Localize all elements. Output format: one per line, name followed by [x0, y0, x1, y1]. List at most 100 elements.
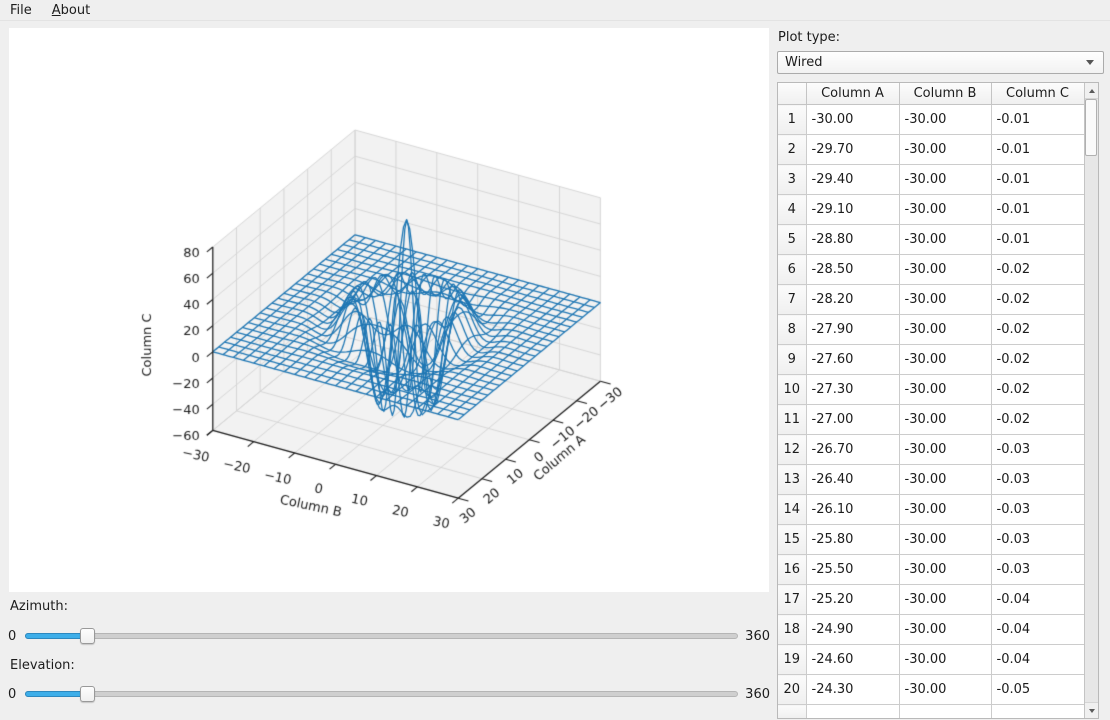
table-cell[interactable]: -30.00	[899, 615, 991, 645]
table-cell[interactable]: -30.00	[899, 255, 991, 285]
table-cell[interactable]: -0.02	[991, 315, 1084, 345]
row-number-cell[interactable]: 1	[778, 105, 806, 135]
table-cell[interactable]: -0.01	[991, 105, 1084, 135]
row-number-cell[interactable]: 2	[778, 135, 806, 165]
table-cell[interactable]: -27.00	[806, 405, 899, 435]
table-cell[interactable]: -0.02	[991, 375, 1084, 405]
row-number-cell[interactable]: 6	[778, 255, 806, 285]
table-row: 3-29.40-30.00-0.01	[778, 165, 1084, 195]
table-cell[interactable]: -0.03	[991, 495, 1084, 525]
table-cell[interactable]: -30.00	[899, 135, 991, 165]
menu-item-about[interactable]: About	[42, 1, 100, 20]
table-cell[interactable]: -30.00	[899, 105, 991, 135]
table-cell[interactable]: -0.05	[991, 675, 1084, 705]
table-cell[interactable]: -30.00	[899, 465, 991, 495]
scroll-down-button[interactable]	[1085, 702, 1098, 718]
row-number-cell[interactable]: 10	[778, 375, 806, 405]
table-cell[interactable]: -26.10	[806, 495, 899, 525]
row-number-cell[interactable]: 12	[778, 435, 806, 465]
table-cell[interactable]: -24.30	[806, 675, 899, 705]
row-number-cell[interactable]: 8	[778, 315, 806, 345]
table-cell[interactable]: -27.60	[806, 345, 899, 375]
table-cell[interactable]: -30.00	[899, 345, 991, 375]
table-cell[interactable]: -0.03	[991, 465, 1084, 495]
table-cell[interactable]: -30.00	[899, 495, 991, 525]
table-cell[interactable]: -28.80	[806, 225, 899, 255]
table-cell[interactable]: -30.00	[899, 585, 991, 615]
scroll-up-button[interactable]	[1085, 83, 1098, 99]
menu-item-file[interactable]: File	[0, 1, 42, 20]
table-cell[interactable]: -30.00	[899, 225, 991, 255]
table-cell[interactable]: -29.40	[806, 165, 899, 195]
row-number-cell[interactable]: 17	[778, 585, 806, 615]
table-cell[interactable]: -0.02	[991, 405, 1084, 435]
table-cell[interactable]: -24.90	[806, 615, 899, 645]
table-row: 8-27.90-30.00-0.02	[778, 315, 1084, 345]
row-number-cell[interactable]: 19	[778, 645, 806, 675]
row-number-cell[interactable]: 18	[778, 615, 806, 645]
table-cell[interactable]: -0.02	[991, 345, 1084, 375]
table-cell[interactable]: -0.03	[991, 555, 1084, 585]
table-cell[interactable]: -30.00	[899, 675, 991, 705]
row-number-cell[interactable]: 11	[778, 405, 806, 435]
row-number-cell[interactable]: 15	[778, 525, 806, 555]
table-cell[interactable]: -0.03	[991, 525, 1084, 555]
row-number-cell[interactable]: 5	[778, 225, 806, 255]
table-cell[interactable]: -24.60	[806, 645, 899, 675]
table-cell[interactable]: -29.70	[806, 135, 899, 165]
table-cell[interactable]: -27.90	[806, 315, 899, 345]
column-c-header[interactable]: Column C	[991, 83, 1084, 105]
table-cell[interactable]: -26.70	[806, 435, 899, 465]
table-cell[interactable]: -30.00	[899, 405, 991, 435]
table-cell[interactable]: -0.02	[991, 285, 1084, 315]
elevation-slider[interactable]	[25, 691, 738, 697]
table-cell[interactable]: -30.00	[899, 315, 991, 345]
table-cell[interactable]: -0.01	[991, 165, 1084, 195]
column-b-header[interactable]: Column B	[899, 83, 991, 105]
table-row: 12-26.70-30.00-0.03	[778, 435, 1084, 465]
table-header-row: Column A Column B Column C	[778, 83, 1084, 105]
row-number-cell[interactable]: 14	[778, 495, 806, 525]
table-cell[interactable]: -30.00	[899, 375, 991, 405]
plot-type-dropdown[interactable]: Wired	[777, 51, 1104, 74]
table-cell[interactable]: -28.50	[806, 255, 899, 285]
row-number-cell[interactable]: 4	[778, 195, 806, 225]
table-row: 19-24.60-30.00-0.04	[778, 645, 1084, 675]
table-cell[interactable]: -30.00	[899, 555, 991, 585]
table-cell[interactable]: -25.50	[806, 555, 899, 585]
table-cell[interactable]: -30.00	[899, 285, 991, 315]
table-cell[interactable]: -0.01	[991, 225, 1084, 255]
table-cell[interactable]: -29.10	[806, 195, 899, 225]
table-cell[interactable]: -28.20	[806, 285, 899, 315]
table-cell[interactable]: -0.01	[991, 135, 1084, 165]
azimuth-slider-handle[interactable]	[80, 628, 95, 644]
column-a-header[interactable]: Column A	[806, 83, 899, 105]
row-number-cell[interactable]: 20	[778, 675, 806, 705]
elevation-slider-handle[interactable]	[80, 686, 95, 702]
table-cell[interactable]: -25.20	[806, 585, 899, 615]
table-cell[interactable]: -30.00	[899, 195, 991, 225]
table-cell[interactable]: -0.04	[991, 645, 1084, 675]
table-cell[interactable]: -30.00	[899, 525, 991, 555]
table-cell[interactable]: -27.30	[806, 375, 899, 405]
table-cell[interactable]: -0.01	[991, 195, 1084, 225]
table-cell[interactable]: -25.80	[806, 525, 899, 555]
table-cell[interactable]: -0.03	[991, 435, 1084, 465]
table-cell[interactable]: -0.04	[991, 585, 1084, 615]
table-cell[interactable]: -30.00	[899, 165, 991, 195]
row-number-cell[interactable]: 16	[778, 555, 806, 585]
table-cell[interactable]: -0.04	[991, 615, 1084, 645]
table-cell[interactable]: -26.40	[806, 465, 899, 495]
table-cell[interactable]: -30.00	[806, 105, 899, 135]
row-number-cell[interactable]: 9	[778, 345, 806, 375]
table-cell[interactable]: -30.00	[899, 435, 991, 465]
table-cell[interactable]: -30.00	[899, 645, 991, 675]
row-number-cell[interactable]: 3	[778, 165, 806, 195]
scrollbar-thumb[interactable]	[1085, 99, 1097, 156]
row-number-cell[interactable]: 7	[778, 285, 806, 315]
table-row: 16-25.50-30.00-0.03	[778, 555, 1084, 585]
azimuth-slider[interactable]	[25, 633, 738, 639]
table-cell[interactable]: -0.02	[991, 255, 1084, 285]
row-number-cell[interactable]: 13	[778, 465, 806, 495]
vertical-scrollbar[interactable]	[1084, 83, 1098, 718]
